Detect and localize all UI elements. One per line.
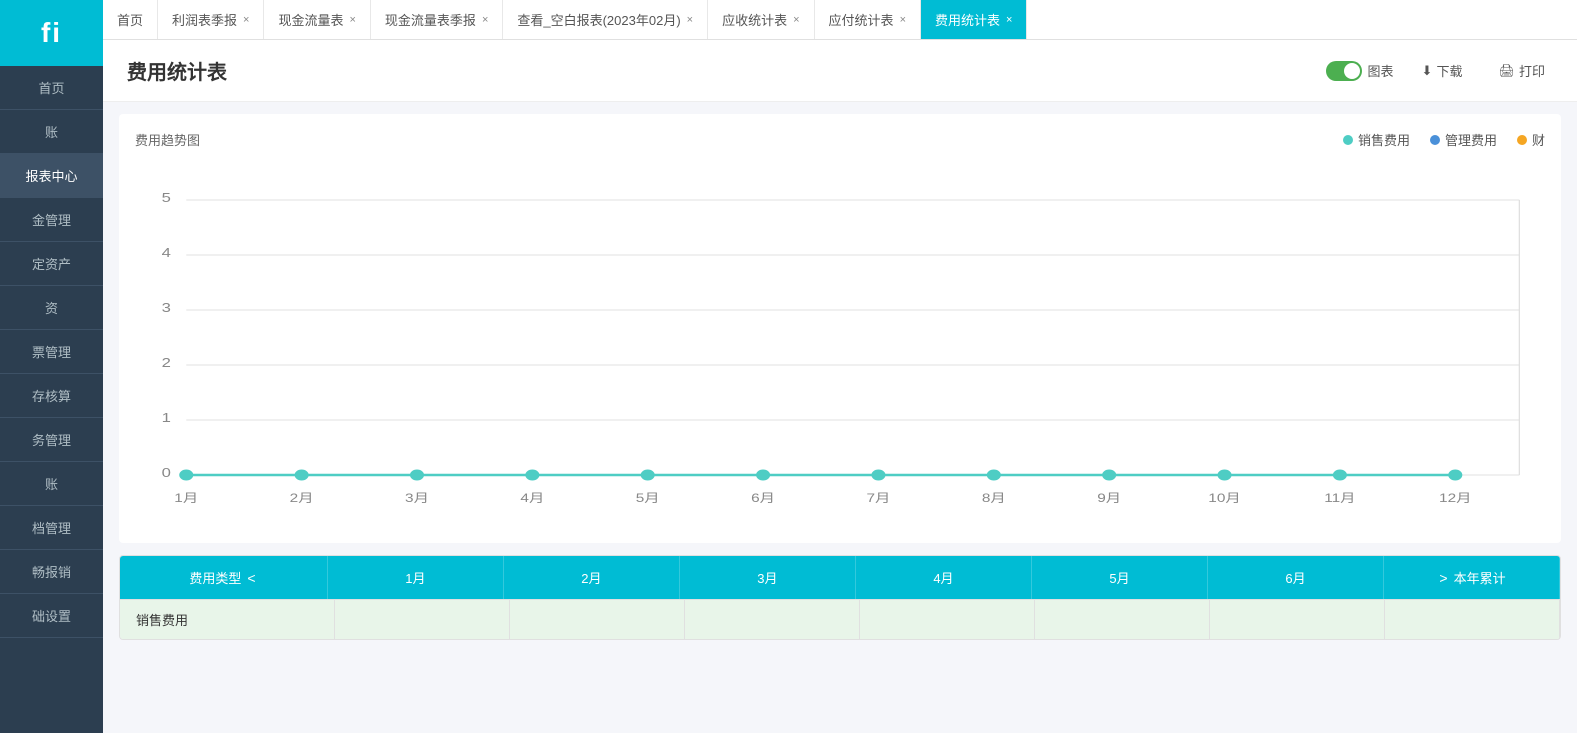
legend-finance-cost: 财 bbox=[1517, 130, 1545, 149]
td-sales-m4 bbox=[860, 600, 1035, 639]
svg-text:3: 3 bbox=[162, 301, 171, 316]
close-tab-expense[interactable]: × bbox=[1006, 14, 1012, 26]
chart-container: 0 1 2 3 4 5 bbox=[135, 157, 1545, 527]
sidebar-item-ticket[interactable]: 票管理 bbox=[0, 330, 103, 374]
svg-text:3月: 3月 bbox=[405, 492, 429, 505]
tab-profit-quarterly[interactable]: 利润表季报 × bbox=[158, 0, 264, 40]
page-content: 费用统计表 图表 ⬇ 下载 🖨 打印 费用趋势图 bbox=[103, 40, 1577, 733]
chart-title: 费用趋势图 bbox=[135, 130, 200, 149]
table-row-sales: 销售费用 bbox=[120, 599, 1560, 639]
svg-text:11月: 11月 bbox=[1324, 492, 1355, 505]
svg-text:1: 1 bbox=[162, 411, 171, 426]
svg-text:2: 2 bbox=[162, 356, 171, 371]
close-tab-cashflow[interactable]: × bbox=[349, 14, 355, 26]
sidebar-item-report-center[interactable]: 报表中心 bbox=[0, 154, 103, 198]
download-button[interactable]: ⬇ 下载 bbox=[1414, 57, 1471, 84]
svg-text:6月: 6月 bbox=[751, 492, 775, 505]
close-tab-receivable[interactable]: × bbox=[793, 14, 799, 26]
th-month-5: 5月 bbox=[1032, 556, 1208, 599]
th-month-1: 1月 bbox=[328, 556, 504, 599]
page-title: 费用统计表 bbox=[127, 56, 227, 85]
td-sales-m1 bbox=[335, 600, 510, 639]
page-header: 费用统计表 图表 ⬇ 下载 🖨 打印 bbox=[103, 40, 1577, 102]
sidebar-item-inventory[interactable]: 存核算 bbox=[0, 374, 103, 418]
svg-text:10月: 10月 bbox=[1208, 492, 1240, 505]
close-tab-cashflow-quarterly[interactable]: × bbox=[482, 14, 488, 26]
svg-text:12月: 12月 bbox=[1439, 492, 1471, 505]
print-icon: 🖨 bbox=[1498, 63, 1515, 79]
legend-dot-finance bbox=[1517, 135, 1527, 145]
header-actions: 图表 ⬇ 下载 🖨 打印 bbox=[1326, 57, 1553, 84]
chart-toggle[interactable]: 图表 bbox=[1326, 61, 1394, 81]
svg-text:4: 4 bbox=[162, 246, 171, 261]
svg-text:5月: 5月 bbox=[636, 492, 660, 505]
th-year-total: > 本年累计 bbox=[1384, 556, 1560, 599]
th-cost-type: 费用类型 < bbox=[120, 556, 328, 599]
print-button[interactable]: 🖨 打印 bbox=[1490, 57, 1553, 84]
main-content: 首页 利润表季报 × 现金流量表 × 现金流量表季报 × 查看_空白报表(202… bbox=[103, 0, 1577, 733]
download-icon: ⬇ bbox=[1422, 63, 1433, 79]
close-tab-profit-quarterly[interactable]: × bbox=[243, 14, 249, 26]
prev-month-arrow[interactable]: < bbox=[245, 570, 257, 586]
svg-text:7月: 7月 bbox=[866, 492, 890, 505]
close-tab-payable[interactable]: × bbox=[900, 14, 906, 26]
next-month-arrow[interactable]: > bbox=[1437, 570, 1449, 586]
sidebar: fi 首页 账 报表中心 金管理 定资产 资 票管理 存核算 务管理 账 档管理… bbox=[0, 0, 103, 733]
svg-text:8月: 8月 bbox=[982, 492, 1006, 505]
td-sales-m5 bbox=[1035, 600, 1210, 639]
sidebar-item-account[interactable]: 账 bbox=[0, 110, 103, 154]
sidebar-item-assets[interactable]: 资 bbox=[0, 286, 103, 330]
svg-text:9月: 9月 bbox=[1097, 492, 1121, 505]
chart-legend: 销售费用 管理费用 财 bbox=[1343, 130, 1545, 149]
th-month-3: 3月 bbox=[680, 556, 856, 599]
th-month-2: 2月 bbox=[504, 556, 680, 599]
th-month-6: 6月 bbox=[1208, 556, 1384, 599]
chart-svg: 0 1 2 3 4 5 bbox=[135, 157, 1545, 527]
chart-section: 费用趋势图 销售费用 管理费用 财 bbox=[119, 114, 1561, 543]
svg-text:4月: 4月 bbox=[520, 492, 544, 505]
legend-dot-manage bbox=[1430, 135, 1440, 145]
legend-dot-sales bbox=[1343, 135, 1353, 145]
sidebar-item-file[interactable]: 档管理 bbox=[0, 506, 103, 550]
svg-text:2月: 2月 bbox=[290, 492, 314, 505]
expense-table: 费用类型 < 1月 2月 3月 4月 5月 bbox=[119, 555, 1561, 640]
close-tab-blank-report[interactable]: × bbox=[687, 14, 693, 26]
sidebar-item-home[interactable]: 首页 bbox=[0, 66, 103, 110]
th-month-4: 4月 bbox=[856, 556, 1032, 599]
sidebar-item-reimbursement[interactable]: 畅报销 bbox=[0, 550, 103, 594]
tab-blank-report[interactable]: 查看_空白报表(2023年02月) × bbox=[503, 0, 708, 40]
sidebar-item-service[interactable]: 务管理 bbox=[0, 418, 103, 462]
tab-cashflow[interactable]: 现金流量表 × bbox=[264, 0, 370, 40]
tab-expense[interactable]: 费用统计表 × bbox=[921, 0, 1027, 40]
tab-home[interactable]: 首页 bbox=[103, 0, 158, 40]
legend-manage-cost: 管理费用 bbox=[1430, 130, 1497, 149]
toggle-switch[interactable] bbox=[1326, 61, 1362, 81]
sidebar-item-fixed-assets[interactable]: 定资产 bbox=[0, 242, 103, 286]
tab-bar: 首页 利润表季报 × 现金流量表 × 现金流量表季报 × 查看_空白报表(202… bbox=[103, 0, 1577, 40]
sidebar-item-ledger[interactable]: 账 bbox=[0, 462, 103, 506]
td-sales-m6 bbox=[1210, 600, 1385, 639]
td-sales-type: 销售费用 bbox=[120, 600, 335, 639]
sidebar-logo: fi bbox=[0, 0, 103, 66]
legend-sales-cost: 销售费用 bbox=[1343, 130, 1410, 149]
tab-cashflow-quarterly[interactable]: 现金流量表季报 × bbox=[371, 0, 503, 40]
tab-receivable[interactable]: 应收统计表 × bbox=[708, 0, 814, 40]
td-sales-m2 bbox=[510, 600, 685, 639]
svg-text:0: 0 bbox=[162, 466, 171, 481]
td-sales-total bbox=[1385, 600, 1560, 639]
chart-header: 费用趋势图 销售费用 管理费用 财 bbox=[135, 130, 1545, 149]
sidebar-item-basic-settings[interactable]: 础设置 bbox=[0, 594, 103, 638]
svg-text:5: 5 bbox=[162, 191, 171, 206]
sidebar-item-fund-management[interactable]: 金管理 bbox=[0, 198, 103, 242]
tab-payable[interactable]: 应付统计表 × bbox=[815, 0, 921, 40]
table-header: 费用类型 < 1月 2月 3月 4月 5月 bbox=[120, 556, 1560, 599]
td-sales-m3 bbox=[685, 600, 860, 639]
svg-text:1月: 1月 bbox=[174, 492, 198, 505]
